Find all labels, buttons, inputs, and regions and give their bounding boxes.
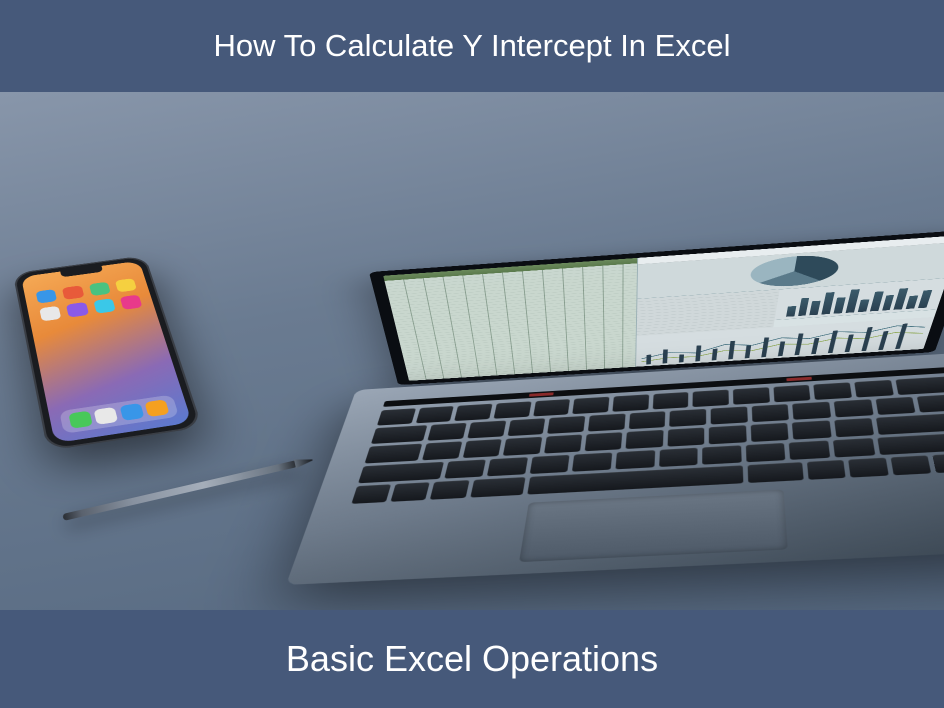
spreadsheet-left-pane <box>383 258 637 381</box>
pie-chart-icon <box>748 253 841 289</box>
phone-notch <box>60 266 103 277</box>
app-icon <box>39 306 61 321</box>
dashboard-right-pane <box>636 235 944 367</box>
dock-icon <box>69 411 94 429</box>
app-icon <box>36 289 58 304</box>
dock-icon <box>94 407 119 425</box>
spreadsheet-cells <box>384 263 637 381</box>
app-icon <box>115 278 137 292</box>
phone-app-grid <box>36 278 143 321</box>
app-icon <box>93 298 116 313</box>
header-banner: How To Calculate Y Intercept In Excel <box>0 0 944 92</box>
app-icon <box>62 285 84 300</box>
laptop-trackpad <box>519 489 788 562</box>
phone-dock <box>59 394 179 433</box>
dock-icon <box>144 399 169 417</box>
hero-illustration <box>0 92 944 610</box>
app-icon <box>120 295 143 310</box>
app-icon <box>88 282 110 297</box>
app-icon <box>66 302 88 317</box>
footer-banner: Basic Excel Operations <box>0 610 944 708</box>
page-subtitle: Basic Excel Operations <box>286 638 658 680</box>
page-title: How To Calculate Y Intercept In Excel <box>214 28 731 64</box>
laptop-base <box>286 352 944 585</box>
dock-icon <box>119 403 144 421</box>
laptop-keyboard <box>351 367 944 504</box>
